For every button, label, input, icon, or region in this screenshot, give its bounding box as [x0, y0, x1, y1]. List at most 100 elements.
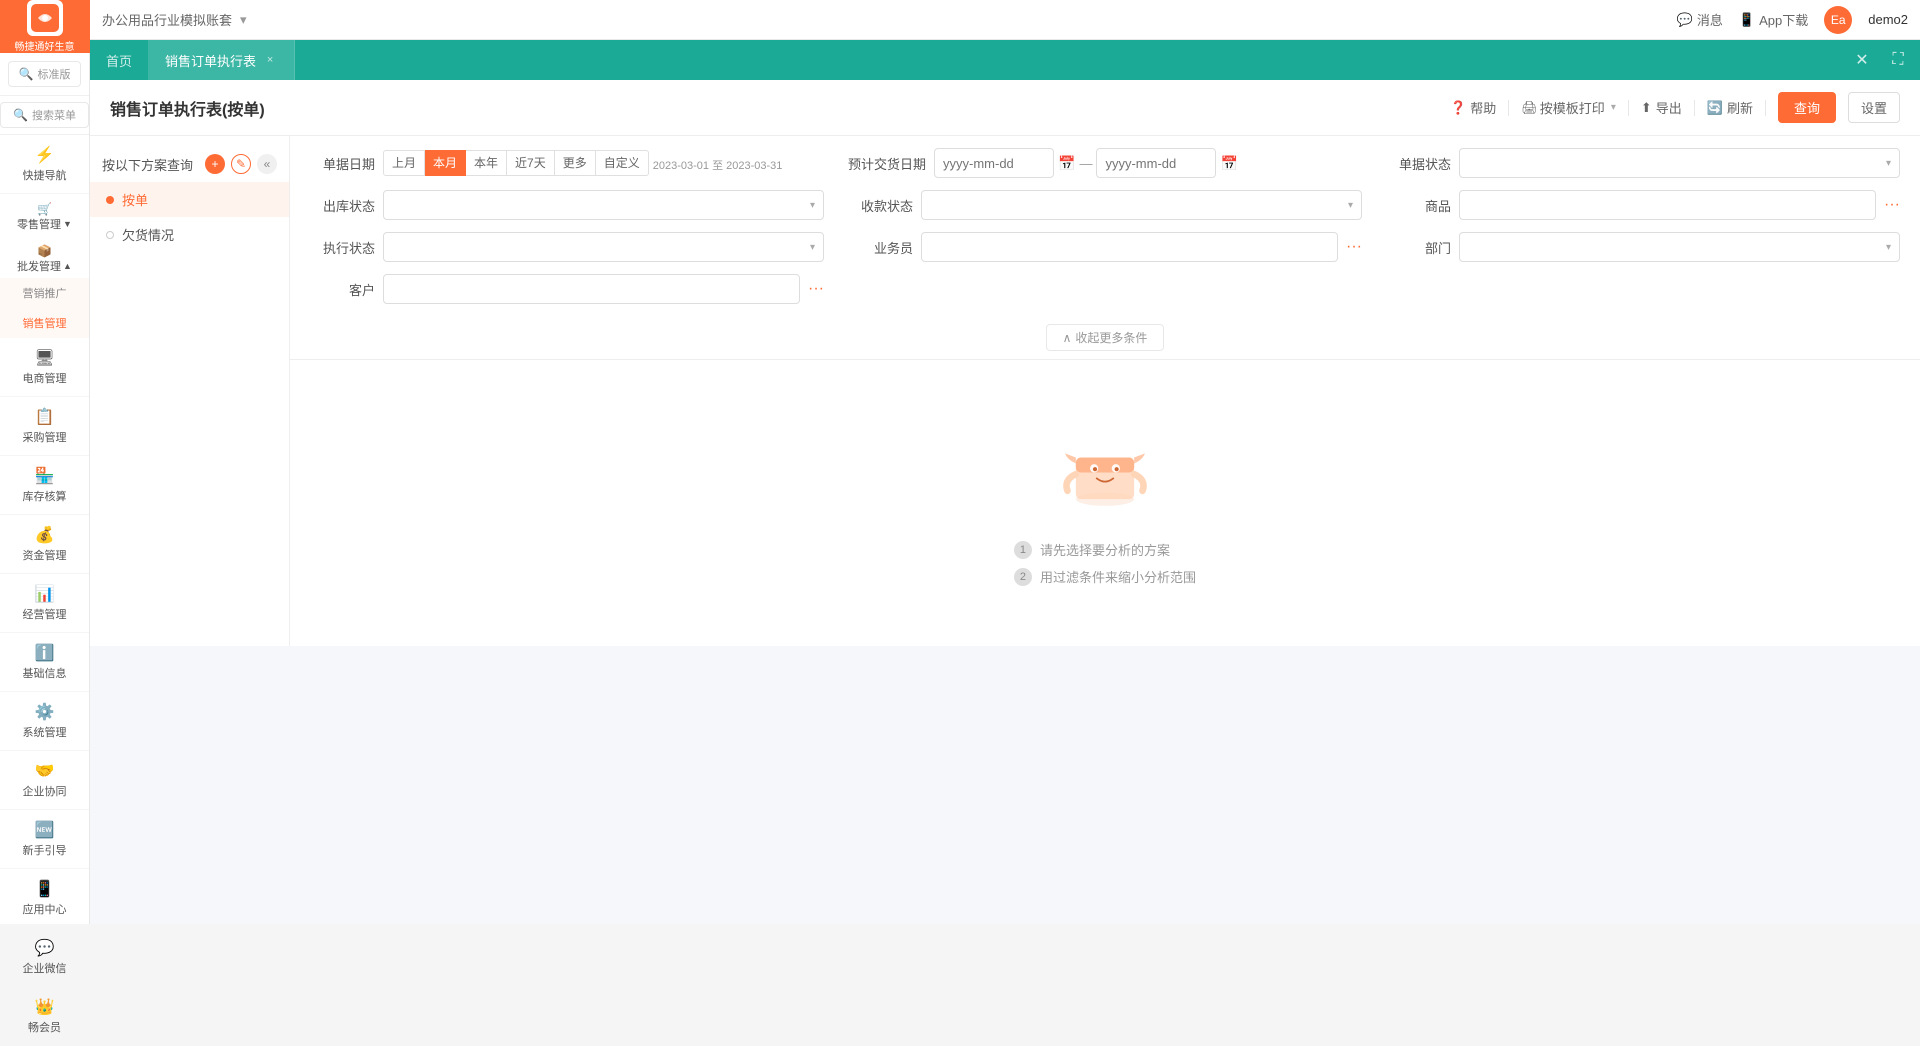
edit-scheme-button[interactable]: ✎: [231, 154, 251, 174]
settings-button[interactable]: 设置: [1848, 92, 1900, 123]
status-arrow-icon: ▾: [1886, 158, 1891, 169]
salesman-label: 业务员: [848, 238, 913, 257]
quick-nav-icon: ⚡: [35, 145, 55, 165]
customer-input[interactable]: [383, 274, 800, 304]
step-2-num: 2: [1014, 568, 1032, 586]
sidebar-item-quick-nav[interactable]: ⚡ 快捷导航: [0, 135, 89, 194]
window-close-button[interactable]: ✕: [1848, 46, 1876, 74]
sidebar-item-operations[interactable]: 📊 经营管理: [0, 574, 89, 633]
last-month-tab[interactable]: 上月: [383, 150, 425, 176]
window-expand-button[interactable]: ⛶: [1884, 46, 1912, 74]
avatar[interactable]: Ea: [1824, 6, 1852, 34]
sidebar-item-inventory[interactable]: 🏪 库存核算: [0, 456, 89, 515]
content-area: 销售订单执行表(按单) ❓ 帮助 🖨 按模板打印 ▾ ⬆ 导出: [90, 80, 1920, 924]
print-button[interactable]: 🖨 按模板打印 ▾: [1521, 98, 1616, 117]
filter-row-3: 执行状态 ▾ 业务员: [310, 232, 1900, 262]
filter-delivery-field: 出库状态 ▾: [310, 190, 824, 220]
sidebar-item-finance[interactable]: 💰 资金管理: [0, 515, 89, 574]
salesman-input[interactable]: [921, 232, 1338, 262]
help-button[interactable]: ❓ 帮助: [1450, 98, 1496, 117]
content-body: 按以下方案查询 + ✎ « 按单: [90, 136, 1920, 646]
page-title: 销售订单执行表(按单): [110, 96, 265, 120]
industry-name: 办公用品行业模拟账套: [102, 10, 232, 29]
this-month-tab[interactable]: 本月: [425, 150, 466, 176]
page-header: 销售订单执行表(按单) ❓ 帮助 🖨 按模板打印 ▾ ⬆ 导出: [90, 80, 1920, 136]
inventory-icon: 🏪: [35, 466, 55, 486]
calendar-start-icon[interactable]: 📅: [1058, 155, 1075, 172]
more-tab[interactable]: 更多: [555, 150, 596, 176]
collapse-scheme-button[interactable]: «: [257, 154, 277, 174]
tab-sales-order[interactable]: 销售订单执行表 ×: [149, 40, 295, 80]
divider3: [1694, 100, 1695, 116]
dropdown-chevron-icon[interactable]: ▾: [240, 12, 247, 28]
collapse-more-button[interactable]: ∧ 收起更多条件: [1046, 324, 1165, 351]
last7days-tab[interactable]: 近7天: [507, 150, 555, 176]
refresh-icon: 🔄: [1707, 100, 1723, 116]
app-download-button[interactable]: 📱 App下载: [1739, 10, 1808, 29]
help-icon: ❓: [1450, 100, 1466, 116]
sidebar-nav: 🔍 搜索菜单: [0, 96, 89, 135]
print-icon: 🖨: [1521, 100, 1538, 116]
collapse-row: ∧ 收起更多条件: [290, 316, 1920, 360]
sidebar-item-member[interactable]: 👑 畅会员: [0, 987, 89, 1046]
left-panel-actions: + ✎ «: [205, 154, 277, 174]
sidebar-item-wechat[interactable]: 💬 企业微信: [0, 928, 89, 987]
new-guide-icon: 🆕: [35, 820, 55, 840]
active-dot: [106, 196, 114, 204]
sidebar-item-wholesale[interactable]: 📦 批发管理 ▲: [0, 236, 89, 278]
sidebar-item-new-guide[interactable]: 🆕 新手引导: [0, 810, 89, 869]
dept-select[interactable]: ▾: [1459, 232, 1900, 262]
empty-step-2: 2 用过滤条件来缩小分析范围: [1014, 567, 1196, 586]
add-scheme-button[interactable]: +: [205, 154, 225, 174]
sidebar-item-sales-mgmt[interactable]: 销售管理: [0, 308, 89, 338]
filter-payment-field: 收款状态 ▾: [848, 190, 1362, 220]
tab-close-icon[interactable]: ×: [262, 52, 278, 68]
topbar: 办公用品行业模拟账套 ▾ 💬 消息 📱 App下载 Ea demo2: [90, 0, 1920, 40]
customer-more-icon[interactable]: ···: [808, 280, 824, 298]
sidebar-item-system[interactable]: ⚙️ 系统管理: [0, 692, 89, 751]
salesman-more-icon[interactable]: ···: [1346, 238, 1362, 256]
exec-select[interactable]: ▾: [383, 232, 824, 262]
sidebar-item-purchase[interactable]: 📋 采购管理: [0, 397, 89, 456]
print-dropdown-arrow[interactable]: ▾: [1611, 102, 1616, 113]
logo-icon: [27, 0, 63, 36]
username: demo2: [1868, 12, 1908, 27]
payment-select[interactable]: ▾: [921, 190, 1362, 220]
delivery-select[interactable]: ▾: [383, 190, 824, 220]
left-panel-header: 按以下方案查询 + ✎ «: [90, 146, 289, 182]
tab-home[interactable]: 首页: [90, 40, 149, 80]
status-control: ▾: [1459, 148, 1900, 178]
expected-date-end-input[interactable]: [1096, 148, 1216, 178]
scheme-item-by-order[interactable]: 按单: [90, 182, 289, 217]
query-button[interactable]: 查询: [1778, 92, 1836, 123]
search-menu-btn[interactable]: 🔍 搜索菜单: [0, 102, 89, 128]
main-container: 办公用品行业模拟账套 ▾ 💬 消息 📱 App下载 Ea demo2 首页 销售…: [90, 0, 1920, 924]
export-button[interactable]: ⬆ 导出: [1641, 98, 1682, 117]
expected-date-start-input[interactable]: [934, 148, 1054, 178]
calendar-end-icon[interactable]: 📅: [1220, 155, 1237, 172]
search-menu-button[interactable]: 🔍 标准版: [8, 61, 81, 87]
message-button[interactable]: 💬 消息: [1677, 10, 1723, 29]
sidebar-item-basic-info[interactable]: ℹ️ 基础信息: [0, 633, 89, 692]
sidebar-item-ecommerce[interactable]: 🖥 电商管理: [0, 338, 89, 397]
sidebar-item-enterprise[interactable]: 🤝 企业协同: [0, 751, 89, 810]
custom-tab[interactable]: 自定义: [596, 150, 649, 176]
step-1-num: 1: [1014, 541, 1032, 559]
basic-info-icon: ℹ️: [35, 643, 55, 663]
sidebar-item-marketing[interactable]: 营销推广: [0, 278, 89, 308]
status-select[interactable]: ▾: [1459, 148, 1900, 178]
goods-more-icon[interactable]: ···: [1884, 196, 1900, 214]
sidebar-item-app-center[interactable]: 📱 应用中心: [0, 869, 89, 928]
refresh-button[interactable]: 🔄 刷新: [1707, 98, 1753, 117]
tabs-bar: 首页 销售订单执行表 × ✕ ⛶: [90, 40, 1920, 80]
member-icon: 👑: [35, 997, 55, 1017]
date-tabs: 上月 本月 本年 近7天 更多 自定义: [383, 150, 649, 176]
this-year-tab[interactable]: 本年: [466, 150, 507, 176]
date-label: 单据日期: [310, 154, 375, 173]
expected-date-control: 📅 — 📅: [934, 148, 1362, 178]
filter-dept-field: 部门 ▾: [1386, 232, 1900, 262]
sidebar-item-retail[interactable]: 🛒 零售管理 ▼: [0, 194, 89, 236]
scheme-item-shortage[interactable]: 欠货情况: [90, 217, 289, 252]
goods-input[interactable]: [1459, 190, 1876, 220]
dept-label: 部门: [1386, 238, 1451, 257]
